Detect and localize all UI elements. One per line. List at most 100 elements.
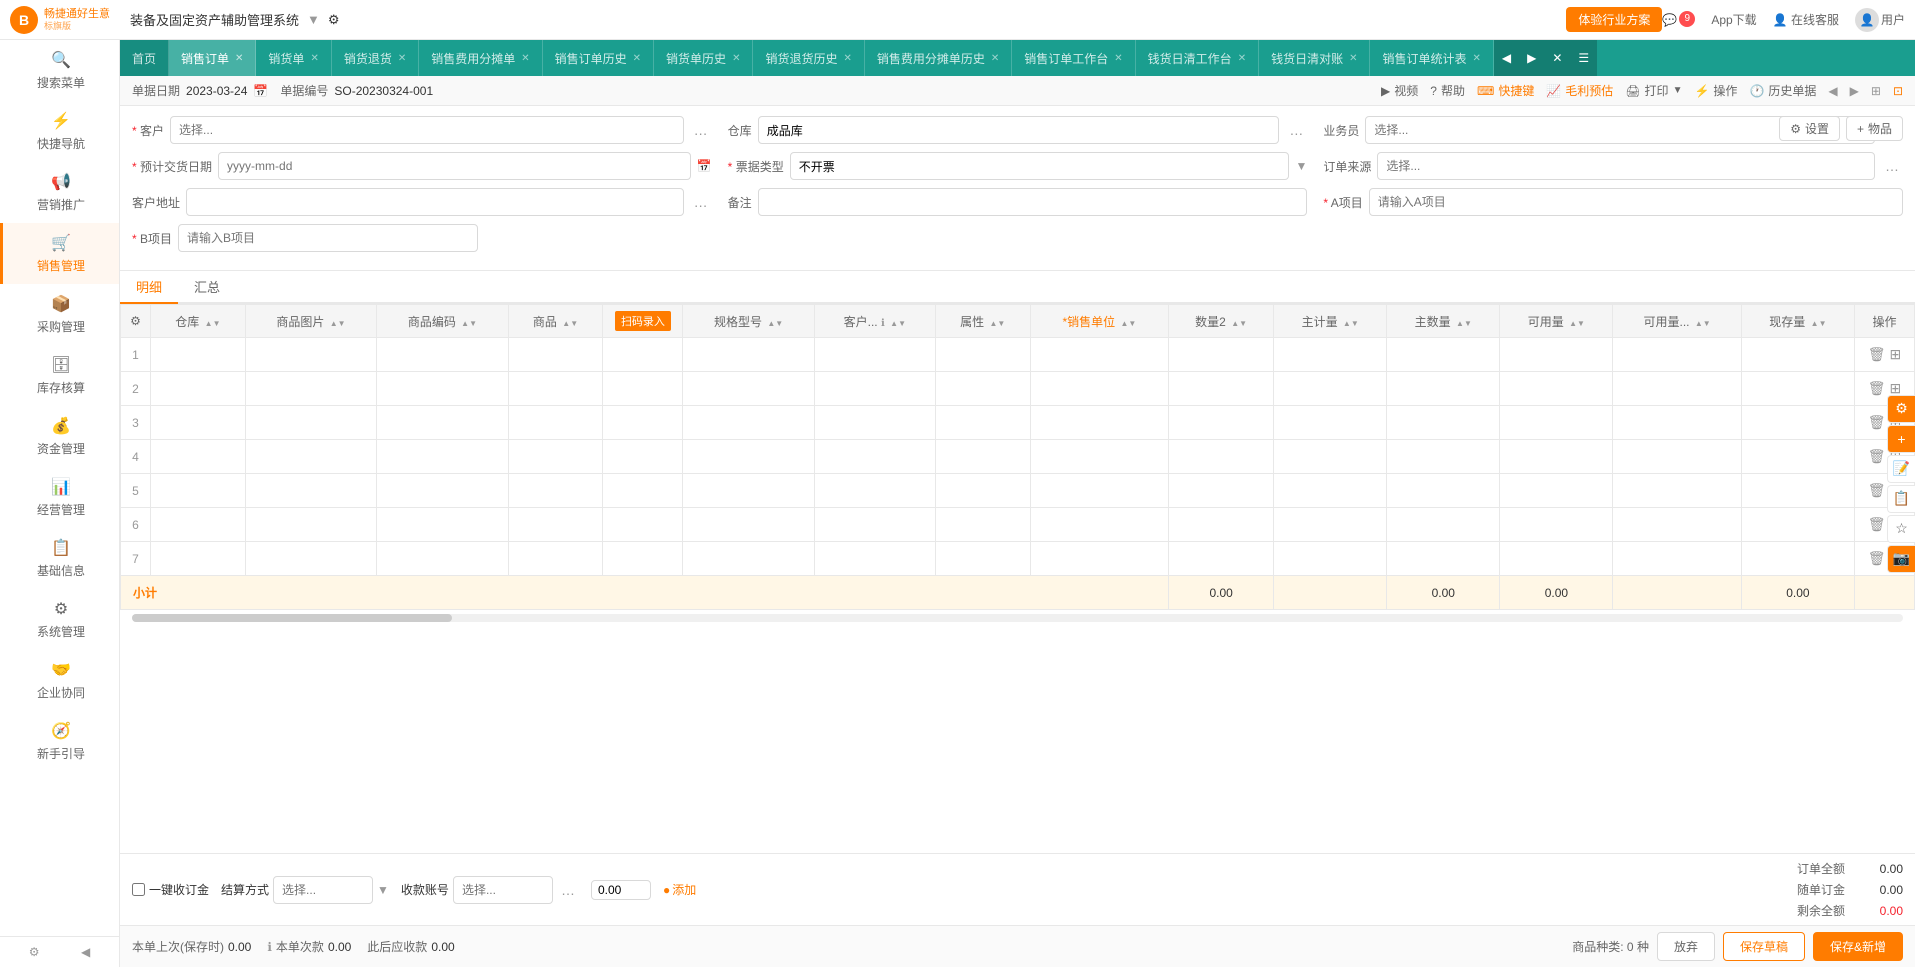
app-download-link[interactable]: App下载 [1711, 11, 1756, 28]
sidebar-item-collab[interactable]: 🤝 企业协同 [0, 650, 119, 711]
right-icon-notes[interactable]: 📝 [1887, 455, 1915, 483]
row-product-code-2[interactable] [377, 372, 508, 406]
row-product-code-3[interactable] [377, 406, 508, 440]
row-sales-unit-6[interactable] [1030, 508, 1169, 542]
sidebar-item-baseinfo[interactable]: 📋 基础信息 [0, 528, 119, 589]
tab-cash-daily-workbench[interactable]: 钱货日清工作台 ✕ [1136, 40, 1259, 76]
row-quantity2-2[interactable] [1169, 372, 1274, 406]
col-sales-unit[interactable]: *销售单位 ▲▼ [1030, 305, 1169, 338]
tab-close-sales-order-summary[interactable]: ✕ [1473, 53, 1481, 64]
col-product-code[interactable]: 商品编码 ▲▼ [377, 305, 508, 338]
tab-sales-order[interactable]: 销售订单 ✕ [169, 40, 256, 76]
tab-sales-fee-history[interactable]: 销售费用分摊单历史 ✕ [865, 40, 1012, 76]
tab-sales-refund-history[interactable]: 销货退货历史 ✕ [753, 40, 864, 76]
warehouse-more-icon[interactable]: … [1285, 122, 1307, 138]
row-product-5[interactable] [508, 474, 603, 508]
account-more-icon[interactable]: … [557, 882, 579, 898]
tab-close-sales-order-history[interactable]: ✕ [633, 53, 641, 64]
scroll-thumb[interactable] [132, 614, 452, 622]
row-product-1[interactable] [508, 338, 603, 372]
save-draft-button[interactable]: 保存草稿 [1723, 932, 1805, 961]
sidebar-item-marketing[interactable]: 📢 营销推广 [0, 162, 119, 223]
sidebar-item-system[interactable]: ⚙ 系统管理 [0, 589, 119, 650]
one-click-checkbox-input[interactable] [132, 883, 145, 896]
sidebar-item-purchase[interactable]: 📦 采购管理 [0, 284, 119, 345]
sidebar-item-search[interactable]: 🔍 搜索菜单 [0, 40, 119, 101]
row-quantity2-3[interactable] [1169, 406, 1274, 440]
tab-sales-return-history[interactable]: 销货单历史 ✕ [654, 40, 753, 76]
row-warehouse-6[interactable] [151, 508, 246, 542]
col-product[interactable]: 商品 ▲▼ [508, 305, 603, 338]
row-main-qty-6[interactable] [1387, 508, 1500, 542]
row-warehouse-3[interactable] [151, 406, 246, 440]
col-product-img[interactable]: 商品图片 ▲▼ [245, 305, 376, 338]
deposit-amount-input[interactable] [591, 880, 651, 900]
print-button[interactable]: 🖨 打印 ▼ [1625, 82, 1682, 99]
right-icon-scan[interactable]: 📷 [1887, 545, 1915, 573]
invoice-type-input[interactable] [790, 152, 1290, 180]
row-sales-unit-2[interactable] [1030, 372, 1169, 406]
row-product-code-1[interactable] [377, 338, 508, 372]
row-attributes-1[interactable] [935, 338, 1030, 372]
right-icon-star[interactable]: ☆ [1887, 515, 1915, 543]
row-attributes-3[interactable] [935, 406, 1030, 440]
col-scan-input[interactable]: 扫码录入 [603, 305, 683, 338]
save-new-button[interactable]: 保存&新增 [1813, 932, 1903, 961]
content-tab-detail[interactable]: 明细 [120, 271, 178, 304]
sidebar-item-sales[interactable]: 🛒 销售管理 [0, 223, 119, 284]
row-sales-unit-1[interactable] [1030, 338, 1169, 372]
toolbar-prev-icon[interactable]: ◀ [1828, 84, 1837, 98]
tab-close-sales-fee-split[interactable]: ✕ [521, 53, 529, 64]
a-project-input[interactable] [1369, 188, 1903, 216]
row-delete-1[interactable]: 🗑 [1868, 346, 1886, 363]
tab-sales-order-workbench[interactable]: 销售订单工作台 ✕ [1012, 40, 1135, 76]
row-customer-7[interactable] [814, 542, 935, 576]
tab-close-sales-return[interactable]: ✕ [310, 53, 318, 64]
col-warehouse[interactable]: 仓库 ▲▼ [151, 305, 246, 338]
row-delete-3[interactable]: 🗑 [1868, 414, 1886, 431]
row-spec-type-6[interactable] [683, 508, 814, 542]
tab-cash-daily-reconcile[interactable]: 钱货日清对账 ✕ [1259, 40, 1370, 76]
row-customer-1[interactable] [814, 338, 935, 372]
customer-address-input[interactable] [186, 188, 684, 216]
row-product-code-4[interactable] [377, 440, 508, 474]
row-customer-5[interactable] [814, 474, 935, 508]
row-customer-2[interactable] [814, 372, 935, 406]
row-warehouse-4[interactable] [151, 440, 246, 474]
sidebar-item-operation[interactable]: 📊 经营管理 [0, 467, 119, 528]
row-product-code-5[interactable] [377, 474, 508, 508]
row-quantity2-5[interactable] [1169, 474, 1274, 508]
row-warehouse-5[interactable] [151, 474, 246, 508]
sidebar-item-finance[interactable]: 💰 资金管理 [0, 406, 119, 467]
customer-input[interactable] [170, 116, 684, 144]
row-delete-5[interactable]: 🗑 [1868, 482, 1886, 499]
row-attributes-5[interactable] [935, 474, 1030, 508]
industry-solution-button[interactable]: 体验行业方案 [1566, 7, 1662, 32]
row-main-qty-1[interactable] [1387, 338, 1500, 372]
sidebar-item-quicknav[interactable]: ⚡ 快捷导航 [0, 101, 119, 162]
video-help-button[interactable]: ▶ 视频 [1381, 82, 1418, 99]
col-current-stock[interactable]: 现存量 ▲▼ [1741, 305, 1854, 338]
col-spec-type[interactable]: 规格型号 ▲▼ [683, 305, 814, 338]
row-product-6[interactable] [508, 508, 603, 542]
row-attributes-2[interactable] [935, 372, 1030, 406]
row-sales-unit-3[interactable] [1030, 406, 1169, 440]
calendar-icon[interactable]: 📅 [253, 84, 268, 98]
warehouse-input[interactable] [758, 116, 1280, 144]
row-warehouse-1[interactable] [151, 338, 246, 372]
tab-next-button[interactable]: ▶ [1519, 40, 1544, 76]
invoice-type-chevron-icon[interactable]: ▼ [1295, 159, 1307, 173]
row-quantity2-1[interactable] [1169, 338, 1274, 372]
row-quantity2-7[interactable] [1169, 542, 1274, 576]
row-delete-6[interactable]: 🗑 [1868, 516, 1886, 533]
tab-close-sales-fee-history[interactable]: ✕ [991, 53, 999, 64]
tab-close-sales-order[interactable]: ✕ [235, 53, 243, 64]
row-product-4[interactable] [508, 440, 603, 474]
col-main-qty[interactable]: 主数量 ▲▼ [1387, 305, 1500, 338]
customer-more-icon[interactable]: … [690, 122, 712, 138]
tab-close-sales-refund-history[interactable]: ✕ [843, 53, 851, 64]
scan-input-button[interactable]: 扫码录入 [615, 311, 671, 331]
row-spec-type-3[interactable] [683, 406, 814, 440]
row-delete-7[interactable]: 🗑 [1868, 550, 1886, 567]
row-product-code-7[interactable] [377, 542, 508, 576]
